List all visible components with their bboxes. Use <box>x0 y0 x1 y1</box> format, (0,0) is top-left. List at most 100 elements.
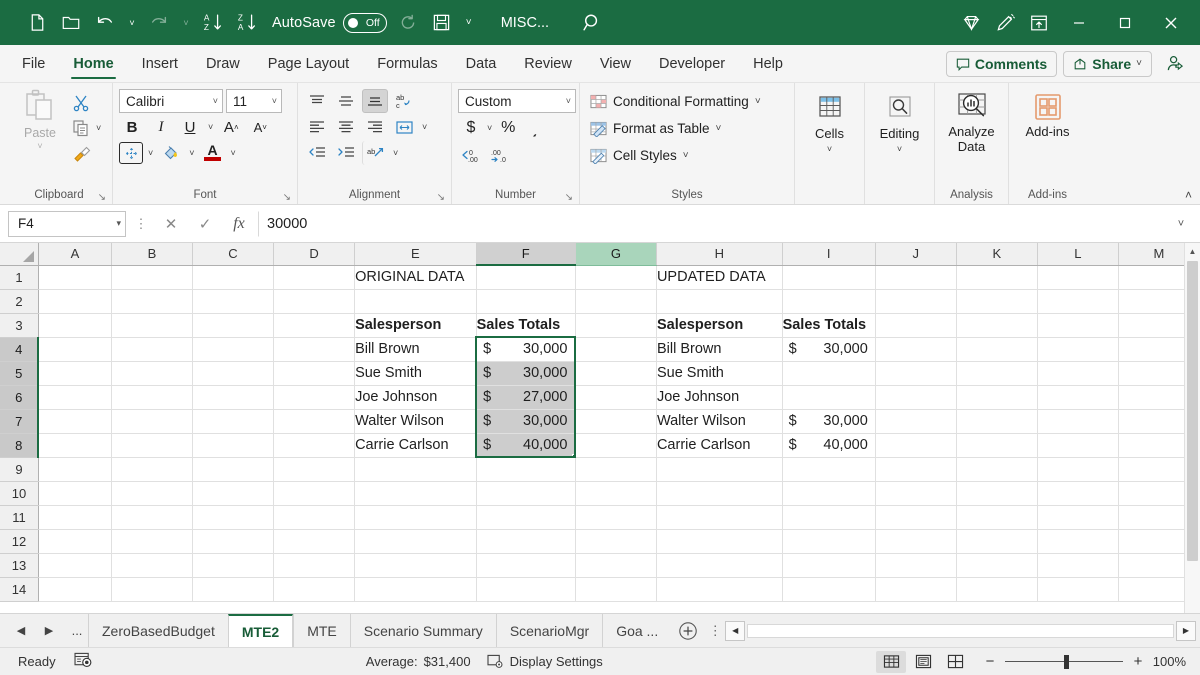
column-header-E[interactable]: E <box>355 243 477 265</box>
cell-I4[interactable]: $30,000 <box>782 337 875 361</box>
cell-L9[interactable] <box>1037 457 1118 481</box>
bold-button[interactable]: B <box>119 115 145 139</box>
sheet-tab-mte2[interactable]: MTE2 <box>228 614 293 647</box>
cell-A8[interactable] <box>38 433 111 457</box>
cell-L12[interactable] <box>1037 529 1118 553</box>
sheet-tab-scenario-summary[interactable]: Scenario Summary <box>350 614 496 647</box>
minimize-button[interactable] <box>1056 1 1102 45</box>
previous-sheet-arrow-icon[interactable]: ◀ <box>10 619 32 643</box>
cell-J13[interactable] <box>875 553 956 577</box>
cell-H7[interactable]: Walter Wilson <box>656 409 782 433</box>
cell-E5[interactable]: Sue Smith <box>355 361 477 385</box>
cell-J14[interactable] <box>875 577 956 601</box>
merge-center-button[interactable]: ab <box>362 141 388 165</box>
cell-E10[interactable] <box>355 481 477 505</box>
row-header-7[interactable]: 7 <box>0 409 38 433</box>
increase-decimal-button[interactable]: .00.0 <box>487 143 513 167</box>
cell-B7[interactable] <box>111 409 192 433</box>
cell-G8[interactable] <box>575 433 656 457</box>
cell-B10[interactable] <box>111 481 192 505</box>
cell-J12[interactable] <box>875 529 956 553</box>
cell-D6[interactable] <box>274 385 355 409</box>
cell-D3[interactable] <box>274 313 355 337</box>
cell-D10[interactable] <box>274 481 355 505</box>
align-right-button[interactable] <box>362 115 388 139</box>
cell-L5[interactable] <box>1037 361 1118 385</box>
cell-L13[interactable] <box>1037 553 1118 577</box>
scroll-up-arrow-icon[interactable]: ▲ <box>1185 243 1200 260</box>
cell-H10[interactable] <box>656 481 782 505</box>
cell-J2[interactable] <box>875 289 956 313</box>
paste-button[interactable]: Paste ˅ <box>12 89 68 151</box>
cell-F5[interactable]: $30,000 <box>476 361 575 385</box>
cell-H3[interactable]: Salesperson <box>656 313 782 337</box>
cell-I14[interactable] <box>782 577 875 601</box>
cell-F12[interactable] <box>476 529 575 553</box>
cell-L11[interactable] <box>1037 505 1118 529</box>
ribbon-tab-data[interactable]: Data <box>452 45 511 82</box>
cell-I2[interactable] <box>782 289 875 313</box>
share-button[interactable]: Share ˅ <box>1063 51 1152 77</box>
cell-A7[interactable] <box>38 409 111 433</box>
row-header-8[interactable]: 8 <box>0 433 38 457</box>
underline-button[interactable]: U <box>177 115 203 139</box>
fill-color-chevron-down-icon[interactable]: ˅ <box>187 148 196 158</box>
column-header-J[interactable]: J <box>875 243 956 265</box>
cell-L14[interactable] <box>1037 577 1118 601</box>
cell-E12[interactable] <box>355 529 477 553</box>
orientation-button[interactable]: abc <box>391 89 417 113</box>
cell-A6[interactable] <box>38 385 111 409</box>
name-box[interactable]: F4 ▾ <box>8 211 126 237</box>
zoom-out-button[interactable]: − <box>982 653 998 670</box>
cell-D14[interactable] <box>274 577 355 601</box>
cell-H12[interactable] <box>656 529 782 553</box>
autosave-control[interactable]: AutoSave Off <box>272 13 387 33</box>
column-header-D[interactable]: D <box>274 243 355 265</box>
cell-A9[interactable] <box>38 457 111 481</box>
cell-A13[interactable] <box>38 553 111 577</box>
cell-F6[interactable]: $27,000 <box>476 385 575 409</box>
borders-button[interactable] <box>119 142 143 164</box>
cell-J11[interactable] <box>875 505 956 529</box>
middle-align-button[interactable] <box>333 89 359 113</box>
cell-F7[interactable]: $30,000 <box>476 409 575 433</box>
cell-C4[interactable] <box>192 337 273 361</box>
font-color-chevron-down-icon[interactable]: ˅ <box>229 148 238 158</box>
accounting-format-button[interactable]: $ <box>458 116 484 140</box>
cell-G11[interactable] <box>575 505 656 529</box>
cell-B11[interactable] <box>111 505 192 529</box>
number-format-chevron-down-icon[interactable]: ˅ <box>566 96 571 106</box>
cell-K10[interactable] <box>956 481 1037 505</box>
format-painter-button[interactable] <box>68 141 94 165</box>
cell-L2[interactable] <box>1037 289 1118 313</box>
comments-button[interactable]: Comments <box>946 51 1057 77</box>
cell-K4[interactable] <box>956 337 1037 361</box>
row-header-12[interactable]: 12 <box>0 529 38 553</box>
column-header-A[interactable]: A <box>38 243 111 265</box>
borders-chevron-down-icon[interactable]: ˅ <box>146 148 155 158</box>
font-dialog-launcher[interactable]: ↘ <box>283 192 291 203</box>
analyze-data-button[interactable]: Analyze Data <box>941 89 1002 154</box>
cell-H11[interactable] <box>656 505 782 529</box>
sheet-tab-scenariomgr[interactable]: ScenarioMgr <box>496 614 602 647</box>
cell-I13[interactable] <box>782 553 875 577</box>
cell-L7[interactable] <box>1037 409 1118 433</box>
new-file-icon[interactable] <box>20 7 54 39</box>
ribbon-display-options-icon[interactable] <box>1022 7 1056 39</box>
cell-B3[interactable] <box>111 313 192 337</box>
cell-G14[interactable] <box>575 577 656 601</box>
cell-G12[interactable] <box>575 529 656 553</box>
ribbon-tab-developer[interactable]: Developer <box>645 45 739 82</box>
cell-G9[interactable] <box>575 457 656 481</box>
row-header-6[interactable]: 6 <box>0 385 38 409</box>
cell-J7[interactable] <box>875 409 956 433</box>
cell-G6[interactable] <box>575 385 656 409</box>
increase-indent-button[interactable] <box>333 141 359 165</box>
sort-za-icon[interactable]: ZA <box>230 7 264 39</box>
ribbon-tab-view[interactable]: View <box>586 45 645 82</box>
select-all-corner[interactable] <box>0 243 38 265</box>
number-dialog-launcher[interactable]: ↘ <box>565 192 573 203</box>
cell-K5[interactable] <box>956 361 1037 385</box>
qat-more-chevron-down-icon[interactable]: ˅ <box>459 7 479 39</box>
undo-icon[interactable] <box>88 7 122 39</box>
